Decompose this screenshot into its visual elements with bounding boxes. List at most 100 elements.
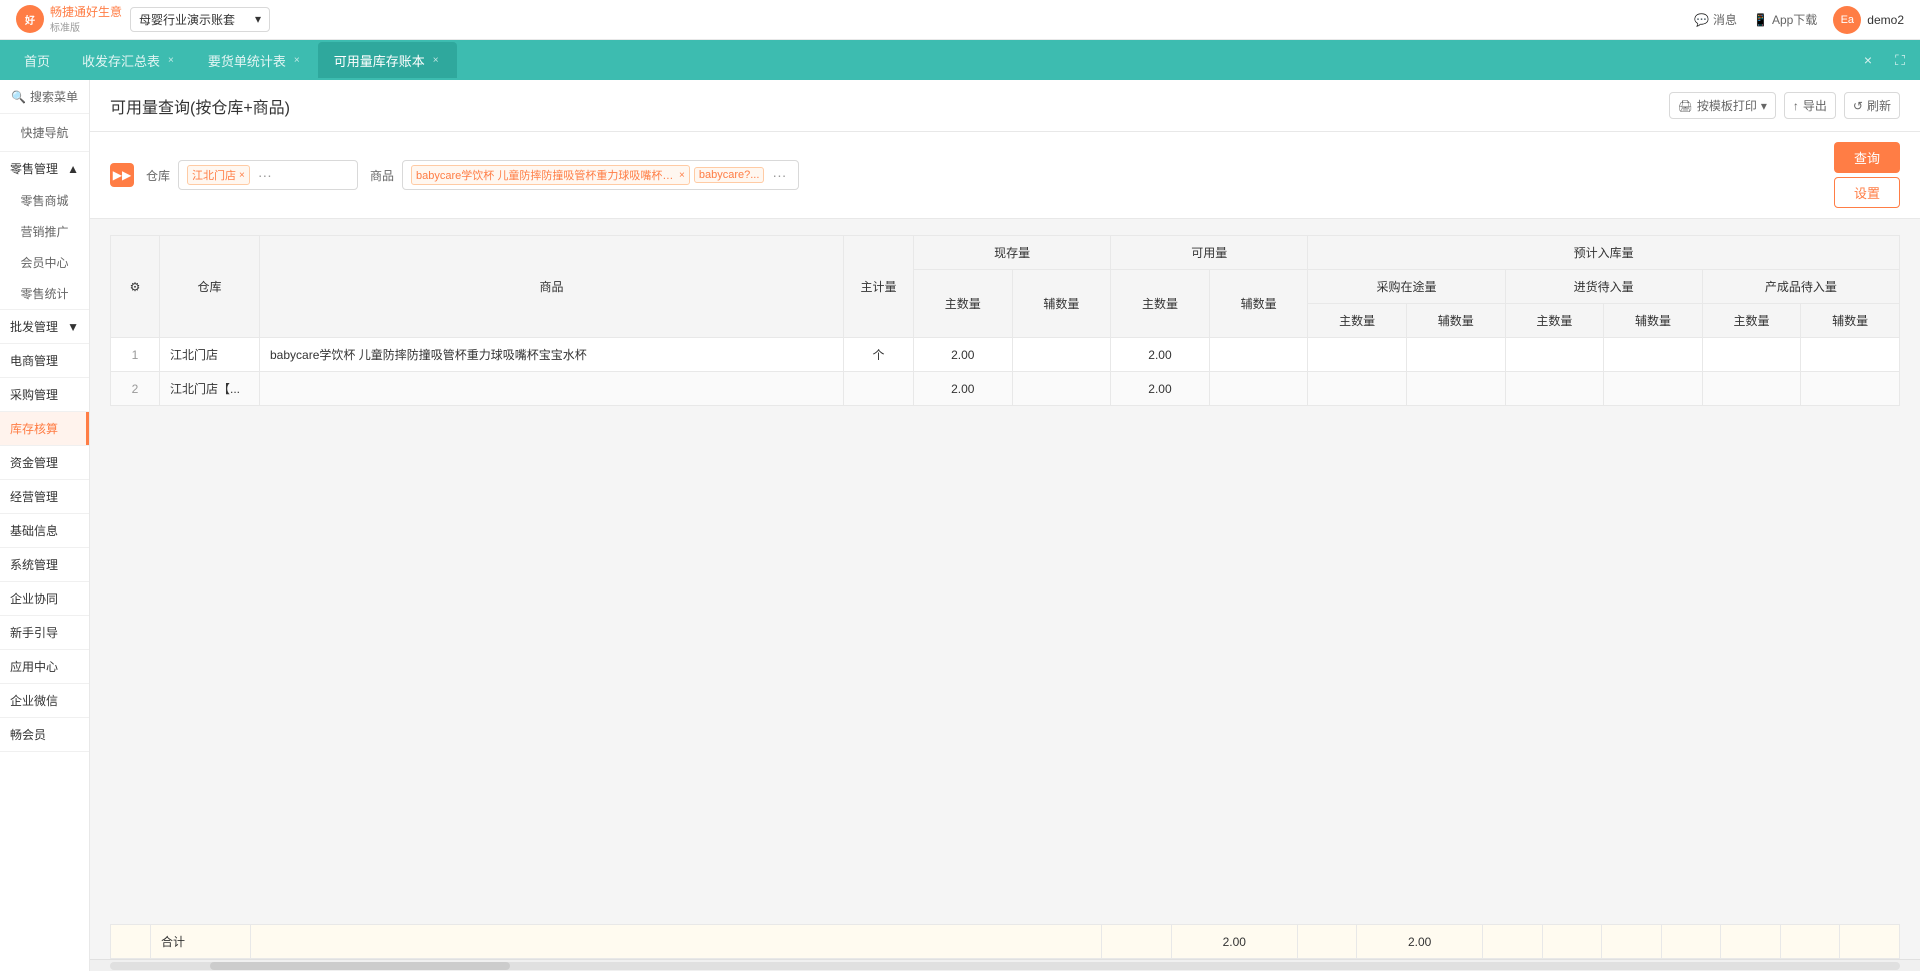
sidebar-item-retail-stats[interactable]: 零售统计 (0, 278, 89, 309)
row-prod-sub-1 (1801, 338, 1900, 372)
product-filter-label: 商品 (370, 167, 394, 184)
sidebar-item-quick-nav[interactable]: 快捷导航 (0, 118, 89, 147)
filter-toggle-button[interactable]: ▶▶ (110, 163, 134, 187)
tab-inventory-ledger-close[interactable]: × (431, 53, 441, 68)
sidebar-section-appcenter-header[interactable]: 应用中心 (0, 650, 89, 683)
main-layout: 🔍 搜索菜单 快捷导航 零售管理 ▲ 零售商城 营销推广 会员中心 (0, 80, 1920, 971)
app-download-label: App下载 (1772, 11, 1817, 28)
product-tag-2-label: babycare?... (699, 169, 760, 181)
avatar-text: Ea (1841, 14, 1854, 26)
warehouse-filter-input[interactable]: 江北门店 × ··· (178, 160, 358, 190)
settings-button[interactable]: 设置 (1834, 177, 1900, 208)
export-label: 导出 (1803, 97, 1827, 114)
subtotal-current-sub (1012, 372, 1111, 406)
tab-order-stats-label: 要货单统计表 (208, 51, 286, 70)
total-footer-area: 合计 2.00 2.00 (90, 924, 1920, 959)
sidebar-section-wholesale-header[interactable]: 批发管理 ▼ (0, 310, 89, 343)
tab-order-stats[interactable]: 要货单统计表 × (192, 42, 318, 78)
chevron-down-icon: ▾ (255, 12, 261, 26)
th-product: 商品 (260, 236, 844, 338)
chevron-down-icon: ▾ (1761, 99, 1767, 113)
template-print-button[interactable]: 🖨 按模板打印 ▾ (1669, 92, 1776, 119)
th-unit: 主计量 (844, 236, 914, 338)
th-settings[interactable]: ⚙ (111, 236, 160, 338)
th-current-stock: 现存量 (914, 236, 1111, 270)
subtotal-product (260, 372, 844, 406)
query-button[interactable]: 查询 (1834, 142, 1900, 173)
operations-section-label: 经营管理 (10, 488, 58, 505)
nav-close-button[interactable]: × (1856, 48, 1880, 72)
th-forecast-inbound: 预计入库量 (1308, 236, 1900, 270)
total-row: 合计 2.00 2.00 (111, 925, 1900, 959)
export-button[interactable]: ↑ 导出 (1784, 92, 1836, 119)
sidebar-section-ecommerce-header[interactable]: 电商管理 (0, 344, 89, 377)
total-inc-sub (1721, 925, 1781, 959)
sidebar-section-wechat-header[interactable]: 企业微信 (0, 684, 89, 717)
row-purch-main-1 (1308, 338, 1407, 372)
tab-receipt-summary-close[interactable]: × (166, 53, 176, 68)
sidebar-section-basic-header[interactable]: 基础信息 (0, 514, 89, 547)
finance-section-label: 资金管理 (10, 454, 58, 471)
product-filter-group: 商品 babycare学饮杯 儿童防摔防撞吸管杯重力球吸嘴杯宝宝水杯 × bab… (370, 160, 799, 190)
product-filter-input[interactable]: babycare学饮杯 儿童防摔防撞吸管杯重力球吸嘴杯宝宝水杯 × babyca… (402, 160, 799, 190)
total-prod-sub (1840, 925, 1900, 959)
appcenter-section-label: 应用中心 (10, 658, 58, 675)
scrollbar-track (110, 962, 1900, 970)
user-area[interactable]: Ea demo2 (1833, 6, 1904, 34)
username-label: demo2 (1867, 13, 1904, 27)
tab-inventory-ledger[interactable]: 可用量库存账本 × (318, 42, 457, 78)
row-num-1: 1 (111, 338, 160, 372)
product-tag-1-close[interactable]: × (679, 170, 685, 181)
sidebar-section-finance-header[interactable]: 资金管理 (0, 446, 89, 479)
sidebar-section-member-header[interactable]: 畅会员 (0, 718, 89, 751)
refresh-button[interactable]: ↺ 刷新 (1844, 92, 1900, 119)
sidebar: 🔍 搜索菜单 快捷导航 零售管理 ▲ 零售商城 营销推广 会员中心 (0, 80, 90, 971)
sidebar-item-members[interactable]: 会员中心 (0, 247, 89, 278)
wholesale-section-label: 批发管理 (10, 318, 58, 335)
logo-sub: 标准版 (50, 19, 122, 34)
product-filter-more[interactable]: ··· (768, 167, 790, 183)
logo-text-block: 畅捷通好生意 标准版 (50, 5, 122, 34)
warehouse-tag-1-close[interactable]: × (239, 170, 245, 181)
sidebar-section-ecommerce: 电商管理 (0, 344, 89, 378)
total-current-sub (1297, 925, 1357, 959)
th-incoming-main: 主数量 (1505, 304, 1604, 338)
warehouse-filter-more[interactable]: ··· (254, 167, 276, 183)
sidebar-search-label: 搜索菜单 (30, 88, 78, 105)
sidebar-section-operations-header[interactable]: 经营管理 (0, 480, 89, 513)
newuser-section-label: 新手引导 (10, 624, 58, 641)
row-unit-1: 个 (844, 338, 914, 372)
sidebar-section-retail-header[interactable]: 零售管理 ▲ (0, 152, 89, 185)
sidebar-section-system-header[interactable]: 系统管理 (0, 548, 89, 581)
subtotal-warehouse: 江北门店【... (160, 372, 260, 406)
table-row: 1 江北门店 babycare学饮杯 儿童防摔防撞吸管杯重力球吸嘴杯宝宝水杯 个… (111, 338, 1900, 372)
sidebar-section-newuser-header[interactable]: 新手引导 (0, 616, 89, 649)
sidebar-section-purchase-header[interactable]: 采购管理 (0, 378, 89, 411)
tab-inventory-ledger-label: 可用量库存账本 (334, 51, 425, 70)
row-purch-sub-1 (1406, 338, 1505, 372)
th-avail-sub: 辅数量 (1209, 270, 1308, 338)
warehouse-filter-label: 仓库 (146, 167, 170, 184)
tab-home[interactable]: 首页 (8, 42, 66, 78)
tab-order-stats-close[interactable]: × (292, 53, 302, 68)
total-empty-3 (1101, 925, 1171, 959)
subtotal-num: 2 (111, 372, 160, 406)
sidebar-search[interactable]: 🔍 搜索菜单 (0, 80, 89, 114)
tab-receipt-summary[interactable]: 收发存汇总表 × (66, 42, 192, 78)
industry-select[interactable]: 母婴行业演示账套 ▾ (130, 7, 270, 32)
th-incoming-label: 进货待入量 (1505, 270, 1702, 304)
content-area: 可用量查询(按仓库+商品) 🖨 按模板打印 ▾ ↑ 导出 ↺ 刷新 ▶▶ (90, 80, 1920, 971)
nav-tabs: 首页 收发存汇总表 × 要货单统计表 × 可用量库存账本 × × ⛶ (0, 40, 1920, 80)
sidebar-item-marketing[interactable]: 营销推广 (0, 216, 89, 247)
th-current-main: 主数量 (914, 270, 1013, 338)
scrollbar-thumb[interactable] (210, 962, 510, 970)
sidebar-item-retail-mall[interactable]: 零售商城 (0, 185, 89, 216)
sidebar-section-enterprise-header[interactable]: 企业协同 (0, 582, 89, 615)
message-button[interactable]: 💬 消息 (1694, 11, 1737, 28)
sidebar-quick-nav-label: 快捷导航 (20, 124, 68, 141)
nav-expand-button[interactable]: ⛶ (1888, 48, 1912, 72)
subtotal-inc-sub (1604, 372, 1703, 406)
sidebar-section-inventory-header[interactable]: 库存核算 (0, 412, 89, 445)
app-download-button[interactable]: 📱 App下载 (1753, 11, 1817, 28)
sidebar-section-enterprise: 企业协同 (0, 582, 89, 616)
